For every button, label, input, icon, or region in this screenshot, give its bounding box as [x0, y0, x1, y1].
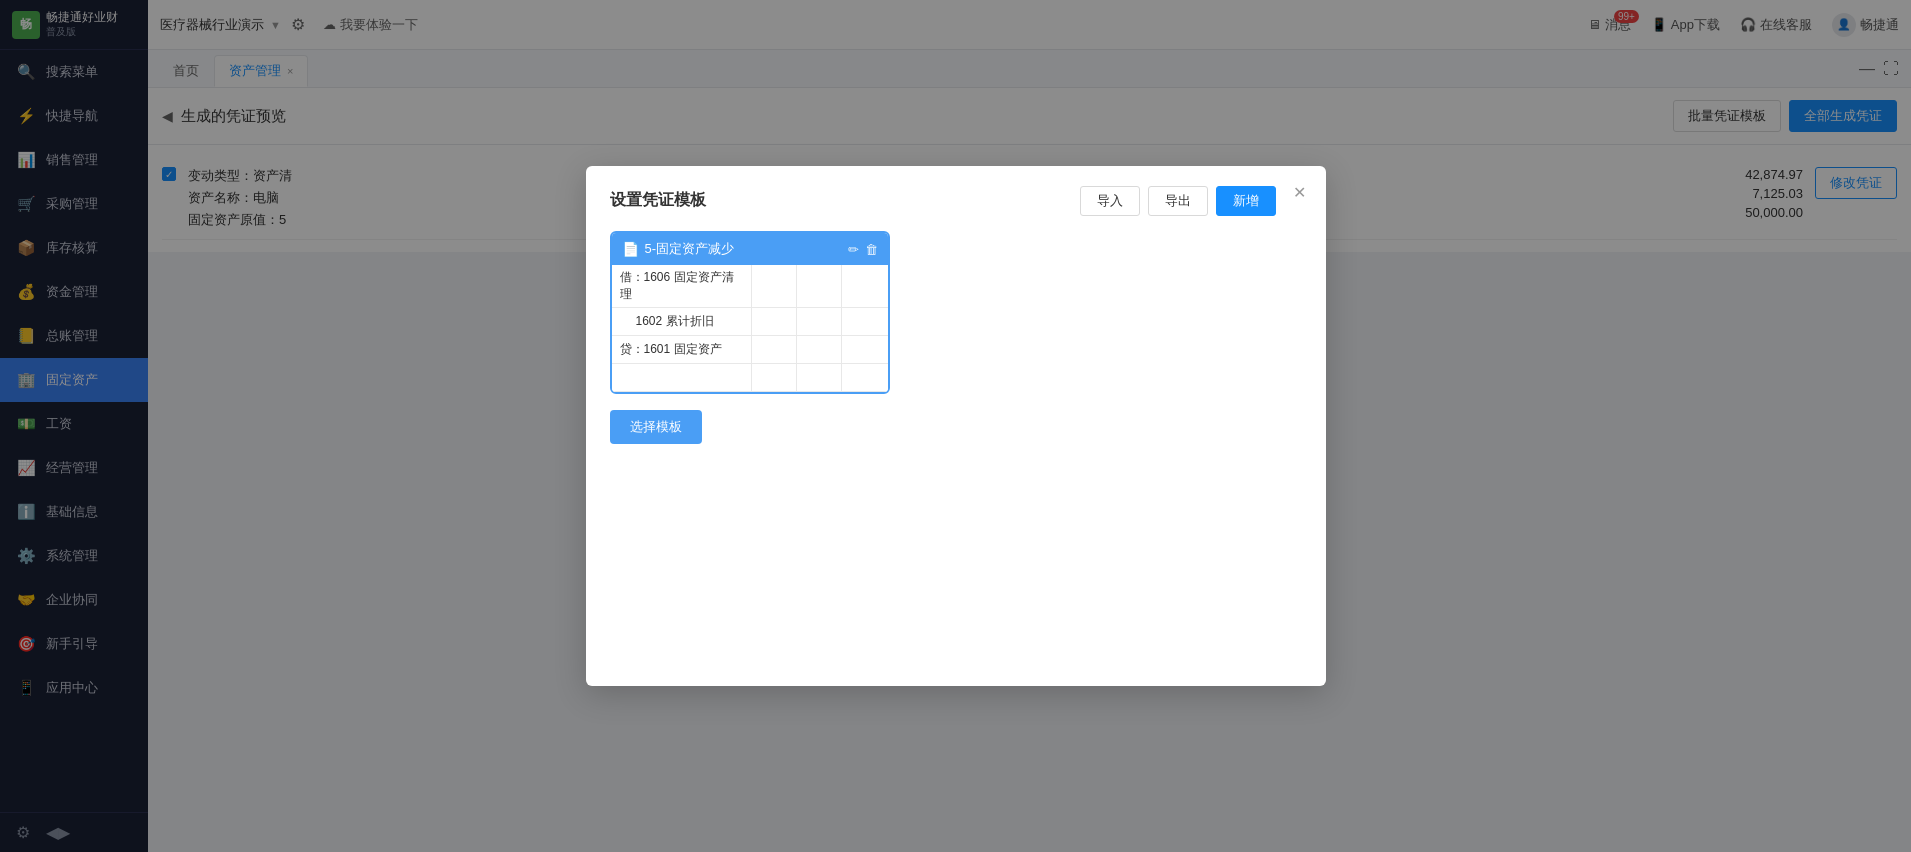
template-cell-label-4	[612, 364, 752, 391]
template-cell-label-3: 贷：1601 固定资产	[612, 336, 752, 363]
template-cell-3-2	[797, 308, 842, 335]
modal-actions: 导入 导出 新增	[1080, 186, 1276, 216]
template-card: 📄 5-固定资产减少 ✏ 🗑 借：1606 固定资产清理 1602 累计折旧	[610, 231, 890, 394]
export-button[interactable]: 导出	[1148, 186, 1208, 216]
modal-overlay: 设置凭证模板 ✕ 导入 导出 新增 📄 5-固定资产减少 ✏ 🗑 借：1606 …	[0, 0, 1911, 852]
template-cell-label-1: 借：1606 固定资产清理	[612, 265, 752, 307]
new-template-button[interactable]: 新增	[1216, 186, 1276, 216]
template-edit-icon[interactable]: ✏	[848, 242, 859, 257]
template-cell-4-1	[842, 265, 887, 307]
template-cell-2-2	[752, 308, 797, 335]
template-cell-3-1	[797, 265, 842, 307]
template-name: 5-固定资产减少	[645, 240, 842, 258]
template-cell-3-4	[797, 364, 842, 391]
template-row-2: 1602 累计折旧	[612, 308, 888, 336]
template-cell-4-2	[842, 308, 887, 335]
template-card-header: 📄 5-固定资产减少 ✏ 🗑	[612, 233, 888, 265]
template-row-1: 借：1606 固定资产清理	[612, 265, 888, 308]
template-cell-4-4	[842, 364, 887, 391]
template-cell-2-3	[752, 336, 797, 363]
template-cell-2-1	[752, 265, 797, 307]
template-cell-2-4	[752, 364, 797, 391]
template-row-4	[612, 364, 888, 392]
template-cell-label-2: 1602 累计折旧	[612, 308, 752, 335]
import-button[interactable]: 导入	[1080, 186, 1140, 216]
template-header-actions: ✏ 🗑	[848, 242, 878, 257]
template-cell-3-3	[797, 336, 842, 363]
template-row-3: 贷：1601 固定资产	[612, 336, 888, 364]
select-template-button[interactable]: 选择模板	[610, 410, 702, 444]
modal-close-button[interactable]: ✕	[1290, 182, 1310, 202]
template-doc-icon: 📄	[622, 241, 639, 257]
modal: 设置凭证模板 ✕ 导入 导出 新增 📄 5-固定资产减少 ✏ 🗑 借：1606 …	[586, 166, 1326, 686]
template-body: 借：1606 固定资产清理 1602 累计折旧 贷：1601 固定资产	[612, 265, 888, 392]
template-delete-icon[interactable]: 🗑	[865, 242, 878, 257]
template-cell-4-3	[842, 336, 887, 363]
